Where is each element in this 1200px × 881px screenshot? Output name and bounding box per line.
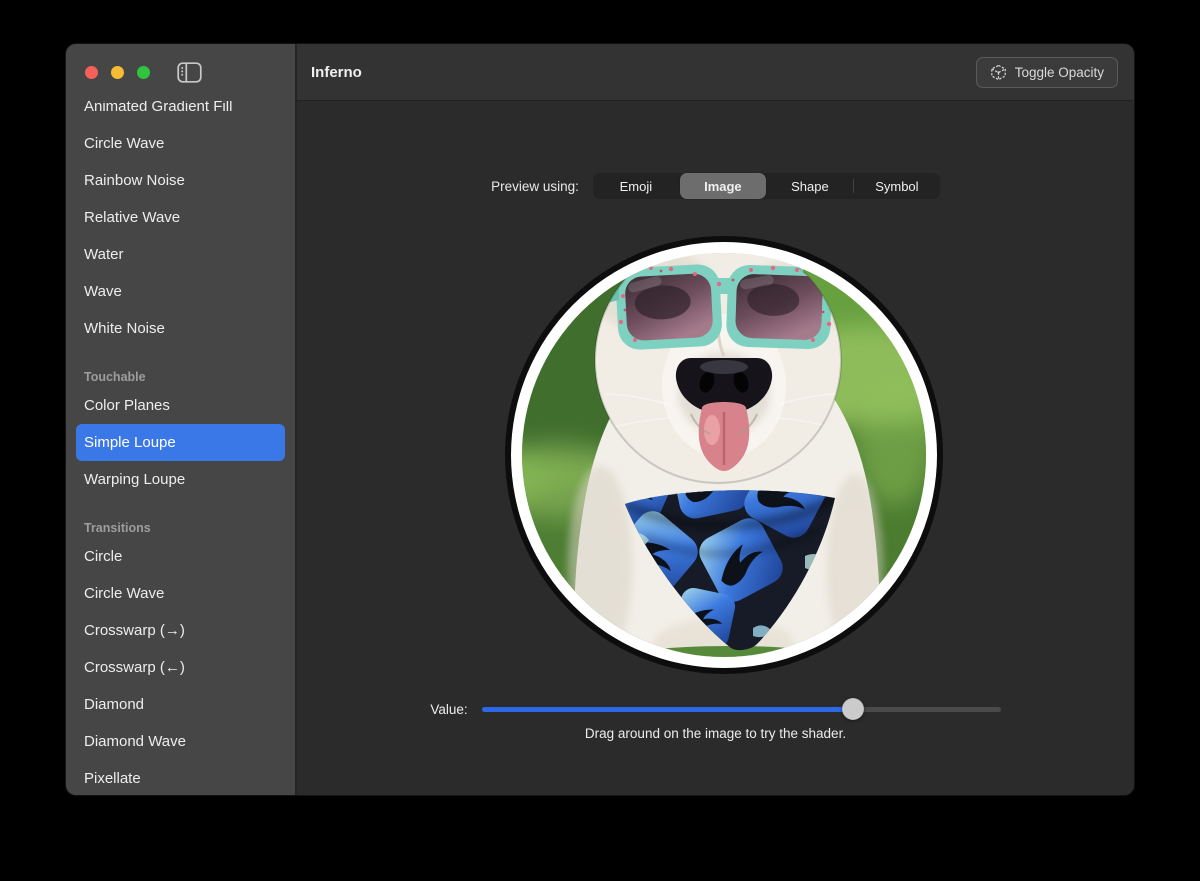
sidebar-item-diamond[interactable]: Diamond (76, 686, 285, 723)
value-slider-label: Value: (430, 701, 468, 717)
value-slider-track[interactable] (481, 698, 1001, 720)
sidebar-section-transitions: Transitions (84, 521, 151, 535)
zoom-button[interactable] (137, 66, 150, 79)
preview-using-row: Preview using: Emoji Image Shape Symbol (297, 173, 1134, 199)
toggle-opacity-button[interactable]: Toggle Opacity (975, 56, 1118, 88)
toolbar: Inferno Toggle Opacity (297, 44, 1134, 101)
segment-symbol[interactable]: Symbol (854, 173, 940, 199)
sidebar-item-white-noise[interactable]: White Noise (76, 310, 285, 347)
shader-list: Animated Gradient Fill Circle Wave Rainbow… (66, 101, 295, 795)
traffic-lights (85, 66, 150, 79)
preview-using-label: Preview using: (491, 178, 579, 194)
toggle-sidebar-icon[interactable] (177, 62, 202, 83)
sidebar: Animated Gradient Fill Circle Wave Rainbow… (66, 44, 295, 795)
value-slider-fill (481, 706, 853, 712)
value-slider-thumb[interactable] (841, 698, 864, 720)
close-button[interactable] (85, 66, 98, 79)
segment-shape[interactable]: Shape (767, 173, 853, 199)
sidebar-item-circle-wave-2[interactable]: Circle Wave (76, 575, 285, 612)
toggle-opacity-label: Toggle Opacity (1014, 64, 1104, 80)
segment-emoji[interactable]: Emoji (593, 173, 679, 199)
sidebar-item-diamond-wave[interactable]: Diamond Wave (76, 723, 285, 760)
shader-hint: Drag around on the image to try the shad… (584, 726, 847, 741)
segment-image[interactable]: Image (679, 173, 766, 199)
sidebar-item-warping-loupe[interactable]: Warping Loupe (76, 461, 285, 498)
shader-preview-photo[interactable] (504, 236, 943, 674)
sidebar-item-circle[interactable]: Circle (76, 538, 285, 575)
window-title: Inferno (311, 63, 362, 81)
sidebar-item-animated-gradient-fill[interactable]: Animated Gradient Fill (76, 101, 285, 125)
sidebar-item-color-planes[interactable]: Color Planes (76, 387, 285, 424)
sidebar-item-crosswarp[interactable]: Crosswarp (→) (76, 612, 285, 649)
sidebar-item-water[interactable]: Water (76, 236, 285, 273)
sidebar-item-wave[interactable]: Wave (76, 273, 285, 310)
sidebar-titlebar[interactable] (66, 44, 295, 101)
content-pane: Inferno Toggle Opacity Preview using: Em… (297, 44, 1134, 795)
sidebar-item-circle-wave[interactable]: Circle Wave (76, 125, 285, 162)
sidebar-list-inner: Animated Gradient Fill Circle Wave Rainbow… (76, 101, 285, 795)
sidebar-item-crosswarp-2[interactable]: Crosswarp (←) (76, 649, 285, 686)
value-slider-row: Value: (297, 696, 1134, 722)
app-window: Animated Gradient Fill Circle Wave Rainbow… (66, 44, 1134, 795)
preview-segmented-control: Emoji Image Shape Symbol (592, 173, 940, 199)
main-area: Preview using: EmojiImageShapeSymbol (297, 102, 1134, 795)
dog-loupe-image (504, 236, 943, 674)
sidebar-item-pixellate[interactable]: Pixellate (76, 760, 285, 795)
sidebar-item-rainbow-noise[interactable]: Rainbow Noise (76, 162, 285, 199)
transparent-cube-icon (990, 64, 1006, 80)
sidebar-item-relative-wave[interactable]: Relative Wave (76, 199, 285, 236)
sidebar-section-touchable: Touchable (84, 370, 146, 384)
minimize-button[interactable] (111, 66, 124, 79)
sidebar-item-simple-loupe[interactable]: Simple Loupe (76, 424, 285, 461)
